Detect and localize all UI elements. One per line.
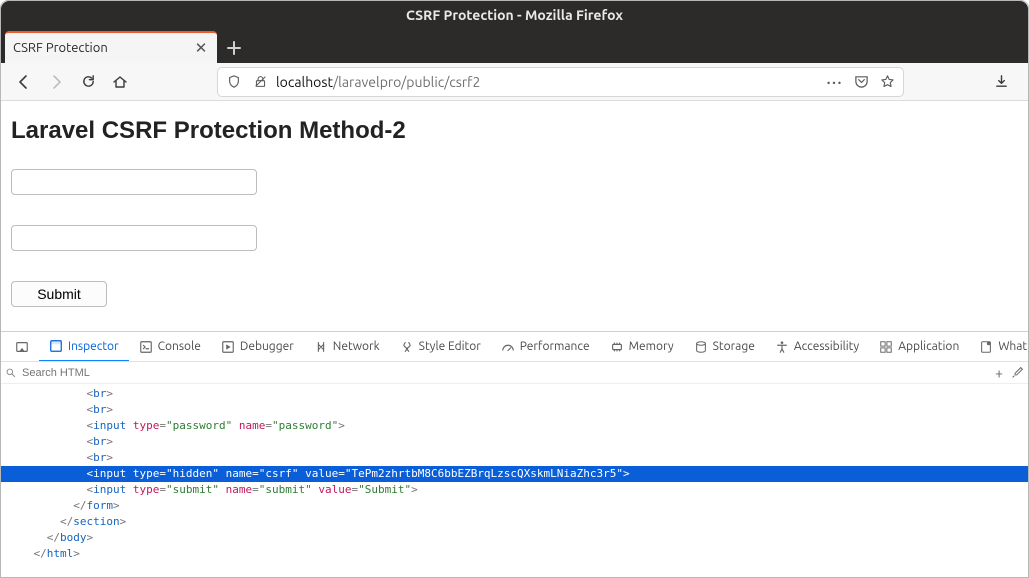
devtools-add-node-button[interactable]: + (991, 365, 1007, 381)
submit-button[interactable]: Submit (11, 281, 107, 307)
pocket-icon[interactable] (851, 74, 871, 89)
devtools-panel: Inspector Console Debugger Network Style… (1, 331, 1028, 577)
more-icon[interactable]: ··· (825, 74, 845, 90)
code-line[interactable]: </body> (1, 530, 1028, 546)
code-line[interactable]: <br> (1, 434, 1028, 450)
downloads-button[interactable] (986, 67, 1016, 97)
eyedropper-icon[interactable] (1011, 366, 1024, 379)
code-line[interactable]: <br> (1, 402, 1028, 418)
username-input[interactable] (11, 169, 257, 195)
devtools-tab-debugger[interactable]: Debugger (211, 332, 304, 361)
bookmark-star-icon[interactable] (877, 74, 897, 89)
code-line-selected[interactable]: <input type="hidden" name="csrf" value="… (1, 466, 1028, 482)
devtools-tab-bar: Inspector Console Debugger Network Style… (1, 332, 1028, 362)
navigation-toolbar: localhost/laravelpro/public/csrf2 ··· (1, 63, 1028, 101)
devtools-tab-whatsnew[interactable]: What's (969, 332, 1028, 361)
home-button[interactable] (105, 67, 135, 97)
devtools-tab-accessibility[interactable]: Accessibility (765, 332, 869, 361)
code-line[interactable]: <input type="password" name="password"> (1, 418, 1028, 434)
browser-tab[interactable]: CSRF Protection ✕ (5, 31, 217, 63)
window-title: CSRF Protection - Mozilla Firefox (406, 7, 623, 23)
devtools-tab-network[interactable]: Network (304, 332, 390, 361)
reload-button[interactable] (73, 67, 103, 97)
devtools-tab-style-editor[interactable]: Style Editor (390, 332, 491, 361)
shield-icon (224, 75, 244, 89)
devtools-search-input[interactable] (20, 366, 504, 380)
window-titlebar: CSRF Protection - Mozilla Firefox (1, 1, 1028, 29)
page-heading: Laravel CSRF Protection Method-2 (11, 117, 1018, 145)
new-tab-button[interactable] (217, 33, 251, 63)
tab-title: CSRF Protection (13, 41, 193, 55)
code-line[interactable]: </form> (1, 498, 1028, 514)
devtools-tab-memory[interactable]: Memory (600, 332, 684, 361)
devtools-tab-inspector[interactable]: Inspector (39, 333, 129, 362)
url-bar[interactable]: localhost/laravelpro/public/csrf2 ··· (217, 67, 904, 97)
search-icon (5, 367, 16, 378)
devtools-tab-storage[interactable]: Storage (684, 332, 765, 361)
devtools-tab-performance[interactable]: Performance (491, 332, 600, 361)
devtools-tab-console[interactable]: Console (129, 332, 211, 361)
back-button[interactable] (9, 67, 39, 97)
code-line[interactable]: </html> (1, 546, 1028, 562)
toolbar-right (986, 67, 1020, 97)
code-line[interactable]: <br> (1, 450, 1028, 466)
lock-icon (250, 75, 270, 88)
devtools-dock-button[interactable] (5, 332, 39, 361)
devtools-dom-tree[interactable]: <br> <br> <input type="password" name="p… (1, 384, 1028, 577)
forward-button[interactable] (41, 67, 71, 97)
password-input[interactable] (11, 225, 257, 251)
code-line[interactable]: </section> (1, 514, 1028, 530)
url-text: localhost/laravelpro/public/csrf2 (276, 74, 480, 90)
tab-strip: CSRF Protection ✕ (1, 29, 1028, 63)
close-tab-icon[interactable]: ✕ (193, 40, 209, 56)
page-content: Laravel CSRF Protection Method-2 Submit (1, 101, 1028, 331)
devtools-search-bar: + (1, 362, 1028, 384)
devtools-tab-application[interactable]: Application (869, 332, 969, 361)
code-line[interactable]: <input type="submit" name="submit" value… (1, 482, 1028, 498)
code-line[interactable]: <br> (1, 386, 1028, 402)
